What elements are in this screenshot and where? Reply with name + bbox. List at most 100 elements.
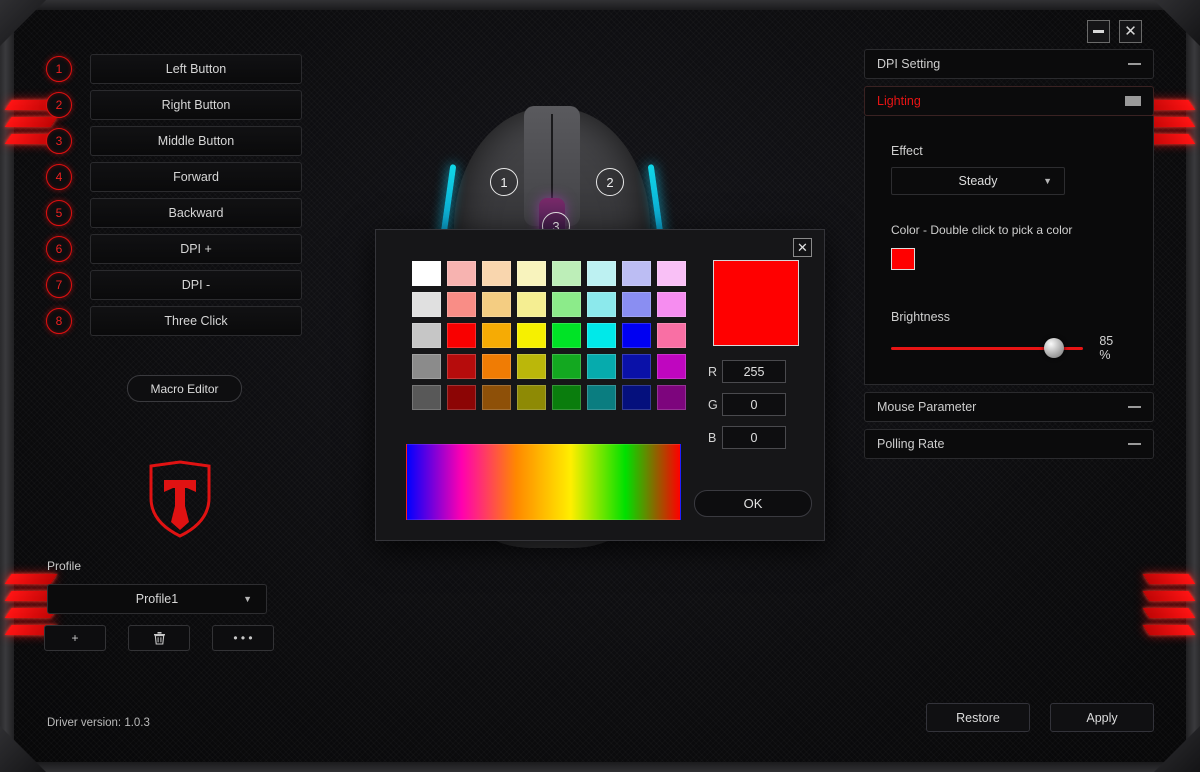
color-swatch-cell[interactable]: [444, 320, 479, 351]
color-swatch-cell[interactable]: [584, 258, 619, 289]
profile-add-button[interactable]: +: [44, 625, 106, 651]
color-swatch-cell[interactable]: [619, 320, 654, 351]
color-swatch-1-1[interactable]: [447, 292, 476, 317]
button-assign-dpi-down[interactable]: DPI -: [90, 270, 302, 300]
color-swatch-0-1[interactable]: [447, 261, 476, 286]
color-swatch-cell[interactable]: [584, 351, 619, 382]
color-swatch-cell[interactable]: [444, 289, 479, 320]
color-swatch-cell[interactable]: [409, 382, 444, 413]
color-swatch-cell[interactable]: [409, 289, 444, 320]
color-swatch-cell[interactable]: [479, 320, 514, 351]
color-swatch-3-3[interactable]: [517, 354, 546, 379]
color-swatch-cell[interactable]: [409, 258, 444, 289]
color-swatch-cell[interactable]: [584, 320, 619, 351]
color-swatch-cell[interactable]: [549, 382, 584, 413]
color-swatch-cell[interactable]: [584, 382, 619, 413]
section-header-lighting[interactable]: Lighting: [864, 86, 1154, 116]
color-swatch-cell[interactable]: [549, 258, 584, 289]
button-assign-three-click[interactable]: Three Click: [90, 306, 302, 336]
color-swatch-cell[interactable]: [654, 320, 689, 351]
color-swatch-cell[interactable]: [654, 258, 689, 289]
color-swatch-1-2[interactable]: [482, 292, 511, 317]
button-assign-left-button[interactable]: Left Button: [90, 54, 302, 84]
color-swatch-cell[interactable]: [654, 351, 689, 382]
color-swatch-cell[interactable]: [549, 351, 584, 382]
color-swatch-cell[interactable]: [619, 382, 654, 413]
restore-button[interactable]: Restore: [926, 703, 1030, 732]
section-header-polling-rate[interactable]: Polling Rate: [864, 429, 1154, 459]
blue-input[interactable]: 0: [722, 426, 786, 449]
color-swatch-1-6[interactable]: [622, 292, 651, 317]
green-input[interactable]: 0: [722, 393, 786, 416]
color-spectrum-strip[interactable]: [406, 444, 681, 520]
color-swatch-cell[interactable]: [409, 351, 444, 382]
color-swatch-1-3[interactable]: [517, 292, 546, 317]
color-swatch-1-7[interactable]: [657, 292, 686, 317]
color-swatch-3-0[interactable]: [412, 354, 441, 379]
color-swatch-cell[interactable]: [444, 382, 479, 413]
dialog-close-icon[interactable]: ✕: [793, 238, 812, 257]
color-swatch-0-2[interactable]: [482, 261, 511, 286]
color-swatch-0-4[interactable]: [552, 261, 581, 286]
button-assign-backward[interactable]: Backward: [90, 198, 302, 228]
color-swatch-2-5[interactable]: [587, 323, 616, 348]
color-swatch-3-4[interactable]: [552, 354, 581, 379]
color-swatch-0-3[interactable]: [517, 261, 546, 286]
color-swatch-cell[interactable]: [514, 320, 549, 351]
profile-dropdown[interactable]: Profile1 ▼: [47, 584, 267, 614]
button-assign-middle-button[interactable]: Middle Button: [90, 126, 302, 156]
color-swatch-cell[interactable]: [619, 351, 654, 382]
color-swatch-cell[interactable]: [514, 382, 549, 413]
color-swatch-2-2[interactable]: [482, 323, 511, 348]
profile-delete-button[interactable]: [128, 625, 190, 651]
color-swatch-3-2[interactable]: [482, 354, 511, 379]
color-swatch-2-7[interactable]: [657, 323, 686, 348]
color-swatch-2-6[interactable]: [622, 323, 651, 348]
color-swatch-cell[interactable]: [444, 258, 479, 289]
color-swatch-cell[interactable]: [619, 289, 654, 320]
color-swatch-cell[interactable]: [479, 351, 514, 382]
color-swatch-cell[interactable]: [514, 351, 549, 382]
color-swatch-0-5[interactable]: [587, 261, 616, 286]
color-swatch-4-2[interactable]: [482, 385, 511, 410]
section-header-mouse-parameter[interactable]: Mouse Parameter: [864, 392, 1154, 422]
color-swatch-1-4[interactable]: [552, 292, 581, 317]
color-swatch-cell[interactable]: [514, 289, 549, 320]
color-swatch-cell[interactable]: [479, 258, 514, 289]
profile-more-button[interactable]: • • •: [212, 625, 274, 651]
color-swatch-1-5[interactable]: [587, 292, 616, 317]
color-swatch-cell[interactable]: [514, 258, 549, 289]
color-swatch-4-4[interactable]: [552, 385, 581, 410]
color-swatch-0-0[interactable]: [412, 261, 441, 286]
color-swatch-cell[interactable]: [409, 320, 444, 351]
color-swatch-2-3[interactable]: [517, 323, 546, 348]
color-swatch-cell[interactable]: [479, 289, 514, 320]
color-swatch-4-5[interactable]: [587, 385, 616, 410]
color-swatch-2-0[interactable]: [412, 323, 441, 348]
color-swatch-cell[interactable]: [654, 289, 689, 320]
color-swatch-3-7[interactable]: [657, 354, 686, 379]
button-assign-forward[interactable]: Forward: [90, 162, 302, 192]
minimize-icon[interactable]: [1087, 20, 1110, 43]
macro-editor-button[interactable]: Macro Editor: [127, 375, 242, 402]
color-swatch-4-6[interactable]: [622, 385, 651, 410]
color-swatch-0-6[interactable]: [622, 261, 651, 286]
color-swatch-cell[interactable]: [584, 289, 619, 320]
color-swatch-cell[interactable]: [654, 382, 689, 413]
color-swatch-3-6[interactable]: [622, 354, 651, 379]
color-swatch-cell[interactable]: [549, 320, 584, 351]
brightness-slider-handle[interactable]: [1044, 338, 1065, 358]
color-swatch-1-0[interactable]: [412, 292, 441, 317]
color-swatch-3-1[interactable]: [447, 354, 476, 379]
color-swatch-4-7[interactable]: [657, 385, 686, 410]
color-swatch-cell[interactable]: [619, 258, 654, 289]
color-swatch-2-1[interactable]: [447, 323, 476, 348]
effect-dropdown[interactable]: Steady ▼: [891, 167, 1065, 195]
close-icon[interactable]: ✕: [1119, 20, 1142, 43]
current-color-swatch[interactable]: [891, 248, 915, 270]
color-swatch-0-7[interactable]: [657, 261, 686, 286]
color-swatch-4-0[interactable]: [412, 385, 441, 410]
color-swatch-cell[interactable]: [549, 289, 584, 320]
color-swatch-4-3[interactable]: [517, 385, 546, 410]
color-swatch-3-5[interactable]: [587, 354, 616, 379]
